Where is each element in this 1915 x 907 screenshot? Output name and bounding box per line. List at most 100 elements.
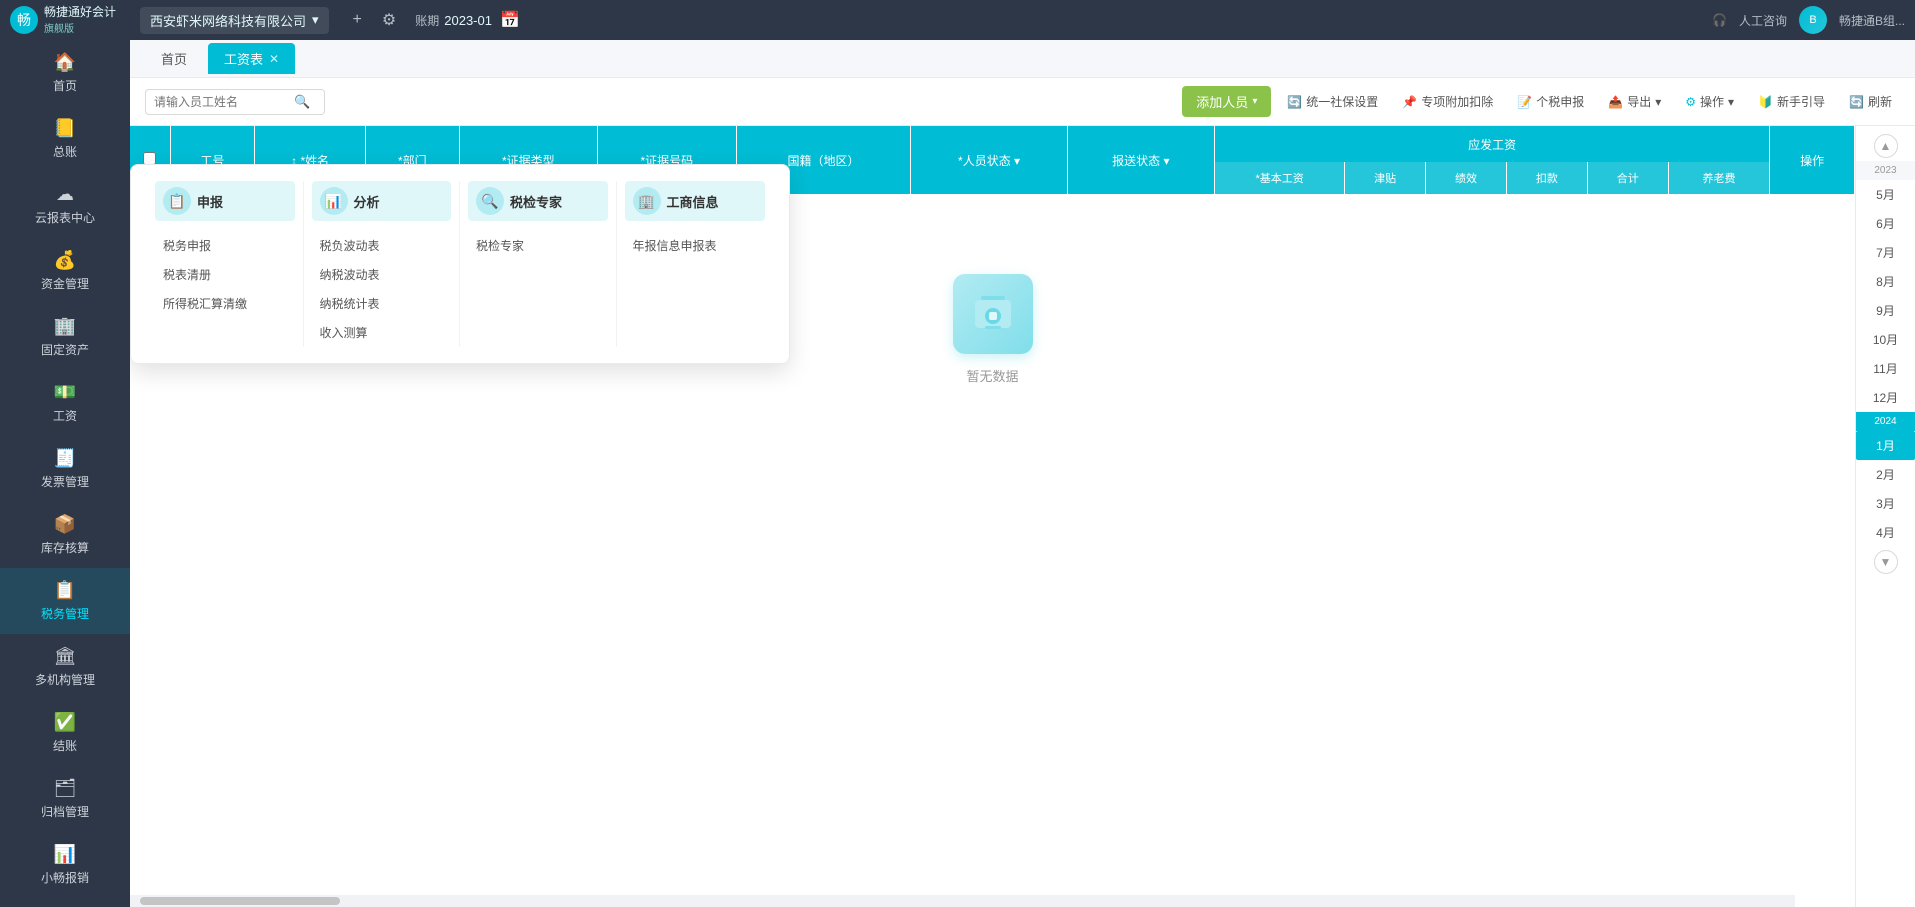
special-deduct-action[interactable]: 📌 专项附加扣除 (1394, 89, 1501, 114)
cal-nav-down[interactable]: ▼ (1874, 550, 1898, 574)
sync-icon: 🔄 (1287, 95, 1302, 109)
sidebar-item-basic-settings[interactable]: ⚙ 基础设置 (0, 898, 130, 907)
th-report-status: 报送状态 ▾ (1067, 126, 1214, 194)
cal-month-8[interactable]: 8月 (1856, 267, 1915, 296)
menu-item-tax-wave[interactable]: 纳税波动表 (312, 260, 452, 289)
tab-home[interactable]: 首页 (145, 43, 203, 74)
cal-month-3[interactable]: 3月 (1856, 489, 1915, 518)
sidebar-label-salary: 工资 (53, 407, 77, 424)
checkout-icon: ✅ (54, 712, 76, 733)
sidebar-item-salary[interactable]: 💵 工资 (0, 370, 130, 436)
guide-icon: 🔰 (1758, 95, 1773, 109)
sidebar-label-multi-org: 多机构管理 (35, 671, 95, 688)
main-layout: 🏠 首页 📒 总账 ☁ 云报表中心 💰 资金管理 🏢 固定资产 💵 工资 🧾 发… (0, 40, 1915, 907)
tab-salary-close[interactable]: ✕ (269, 52, 279, 66)
refresh-action[interactable]: 🔄 刷新 (1841, 89, 1900, 114)
add-company-icon[interactable]: + (349, 9, 366, 31)
cal-month-4[interactable]: 4月 (1856, 518, 1915, 547)
cal-month-6[interactable]: 6月 (1856, 209, 1915, 238)
sidebar: 🏠 首页 📒 总账 ☁ 云报表中心 💰 资金管理 🏢 固定资产 💵 工资 🧾 发… (0, 40, 130, 907)
add-person-label: 添加人员 (1196, 92, 1248, 111)
add-person-chevron: ▾ (1252, 96, 1257, 107)
refresh-label: 刷新 (1868, 93, 1892, 110)
logo-area: 畅 畅捷通好会计 旗舰版 (10, 5, 140, 34)
search-input-wrap[interactable]: 🔍 (145, 89, 325, 115)
social-insurance-label: 统一社保设置 (1306, 93, 1378, 110)
calendar-icon[interactable]: 📅 (496, 8, 524, 32)
cal-month-10[interactable]: 10月 (1856, 325, 1915, 354)
avatar: B (1799, 6, 1827, 34)
menu-item-tax-burden[interactable]: 税负波动表 (312, 231, 452, 260)
new-guide-action[interactable]: 🔰 新手引导 (1750, 89, 1833, 114)
home-icon: 🏠 (54, 52, 76, 73)
cal-month-7[interactable]: 7月 (1856, 238, 1915, 267)
top-header: 畅 畅捷通好会计 旗舰版 西安虾米网络科技有限公司 ▾ + ⚙ 账期 2023-… (0, 0, 1915, 40)
sidebar-item-ledger[interactable]: 📒 总账 (0, 106, 130, 172)
social-insurance-action[interactable]: 🔄 统一社保设置 (1279, 89, 1386, 114)
menu-item-income-tax[interactable]: 所得税汇算清缴 (155, 289, 295, 318)
toolbar: 🔍 添加人员 ▾ 🔄 统一社保设置 📌 专项附加扣除 📝 个税申报 📤 (130, 78, 1915, 126)
tax-return-label: 个税申报 (1536, 93, 1584, 110)
sidebar-item-invoice[interactable]: 🧾 发票管理 (0, 436, 130, 502)
operations-action[interactable]: ⚙ 操作 ▾ (1677, 89, 1742, 114)
cal-nav-up[interactable]: ▲ (1874, 134, 1898, 158)
sidebar-item-checkout[interactable]: ✅ 结账 (0, 700, 130, 766)
sidebar-item-fixed-assets[interactable]: 🏢 固定资产 (0, 304, 130, 370)
sidebar-label-fixed-assets: 固定资产 (41, 341, 89, 358)
cal-month-2[interactable]: 2月 (1856, 460, 1915, 489)
export-action[interactable]: 📤 导出 ▾ (1600, 89, 1669, 114)
sidebar-item-archive[interactable]: 🗂 归档管理 (0, 766, 130, 832)
tab-salary[interactable]: 工资表 ✕ (208, 43, 295, 74)
horizontal-scrollbar[interactable] (140, 897, 340, 905)
header-right: 🎧 人工咨询 B 畅捷通B组... (1712, 6, 1905, 34)
cal-month-9[interactable]: 9月 (1856, 296, 1915, 325)
menu-section-shuijian: 🔍 税检专家 税检专家 (460, 181, 617, 347)
sidebar-item-cloud-report[interactable]: ☁ 云报表中心 (0, 172, 130, 238)
special-deduct-label: 专项附加扣除 (1421, 93, 1493, 110)
menu-item-tax-stats[interactable]: 纳税统计表 (312, 289, 452, 318)
export-icon: 📤 (1608, 95, 1623, 109)
sidebar-item-inventory[interactable]: 📦 库存核算 (0, 502, 130, 568)
sidebar-item-xiao-report[interactable]: 📊 小畅报销 (0, 832, 130, 898)
tax-return-icon: 📝 (1517, 95, 1532, 109)
help-label[interactable]: 人工咨询 (1739, 12, 1787, 29)
cal-month-1-active[interactable]: 1月 (1856, 431, 1915, 460)
logo-text: 畅捷通好会计 (44, 5, 116, 19)
th-pension: 养老费 (1668, 162, 1770, 194)
menu-section-fenxi-header: 📊 分析 (312, 181, 452, 221)
menu-item-tax-return[interactable]: 税务申报 (155, 231, 295, 260)
ledger-icon: 📒 (54, 118, 76, 139)
menu-item-tax-table[interactable]: 税表清册 (155, 260, 295, 289)
calendar-panel: ▲ 2023 5月 6月 7月 8月 9月 10月 11月 12月 2024 1… (1855, 126, 1915, 907)
cal-month-5[interactable]: 5月 (1856, 180, 1915, 209)
sidebar-item-home[interactable]: 🏠 首页 (0, 40, 130, 106)
cal-month-11[interactable]: 11月 (1856, 354, 1915, 383)
company-selector[interactable]: 西安虾米网络科技有限公司 ▾ (140, 7, 329, 34)
th-deduction: 扣款 (1506, 162, 1587, 194)
settings-icon[interactable]: ⚙ (378, 8, 400, 32)
sidebar-label-fund: 资金管理 (41, 275, 89, 292)
inventory-icon: 📦 (54, 514, 76, 535)
menu-item-income-calc[interactable]: 收入测算 (312, 318, 452, 347)
menu-section-gongshang: 🏢 工商信息 年报信息申报表 (617, 181, 774, 347)
dropdown-menu: 📋 申报 税务申报 税表清册 所得税汇算清缴 📊 分析 税负波动表 (130, 164, 790, 364)
sidebar-item-multi-org[interactable]: 🏛 多机构管理 (0, 634, 130, 700)
search-input[interactable] (154, 95, 294, 109)
empty-text: 暂无数据 (966, 366, 1018, 385)
user-label[interactable]: 畅捷通B组... (1839, 12, 1905, 29)
add-person-button[interactable]: 添加人员 ▾ (1182, 86, 1271, 117)
company-name: 西安虾米网络科技有限公司 (150, 11, 306, 30)
menu-section-fenxi: 📊 分析 税负波动表 纳税波动表 纳税统计表 收入测算 (304, 181, 461, 347)
cal-year-2024-label: 2024 (1856, 412, 1915, 431)
tax-return-action[interactable]: 📝 个税申报 (1509, 89, 1592, 114)
sidebar-item-tax[interactable]: 📋 税务管理 (0, 568, 130, 634)
fenxi-title: 分析 (354, 192, 380, 211)
multi-org-icon: 🏛 (54, 646, 77, 667)
th-total: 合计 (1587, 162, 1668, 194)
sidebar-label-invoice: 发票管理 (41, 473, 89, 490)
menu-item-annual-report[interactable]: 年报信息申报表 (625, 231, 766, 260)
menu-item-tax-expert[interactable]: 税检专家 (468, 231, 608, 260)
sidebar-item-fund[interactable]: 💰 资金管理 (0, 238, 130, 304)
sidebar-label-tax: 税务管理 (41, 605, 89, 622)
cal-month-12[interactable]: 12月 (1856, 383, 1915, 412)
